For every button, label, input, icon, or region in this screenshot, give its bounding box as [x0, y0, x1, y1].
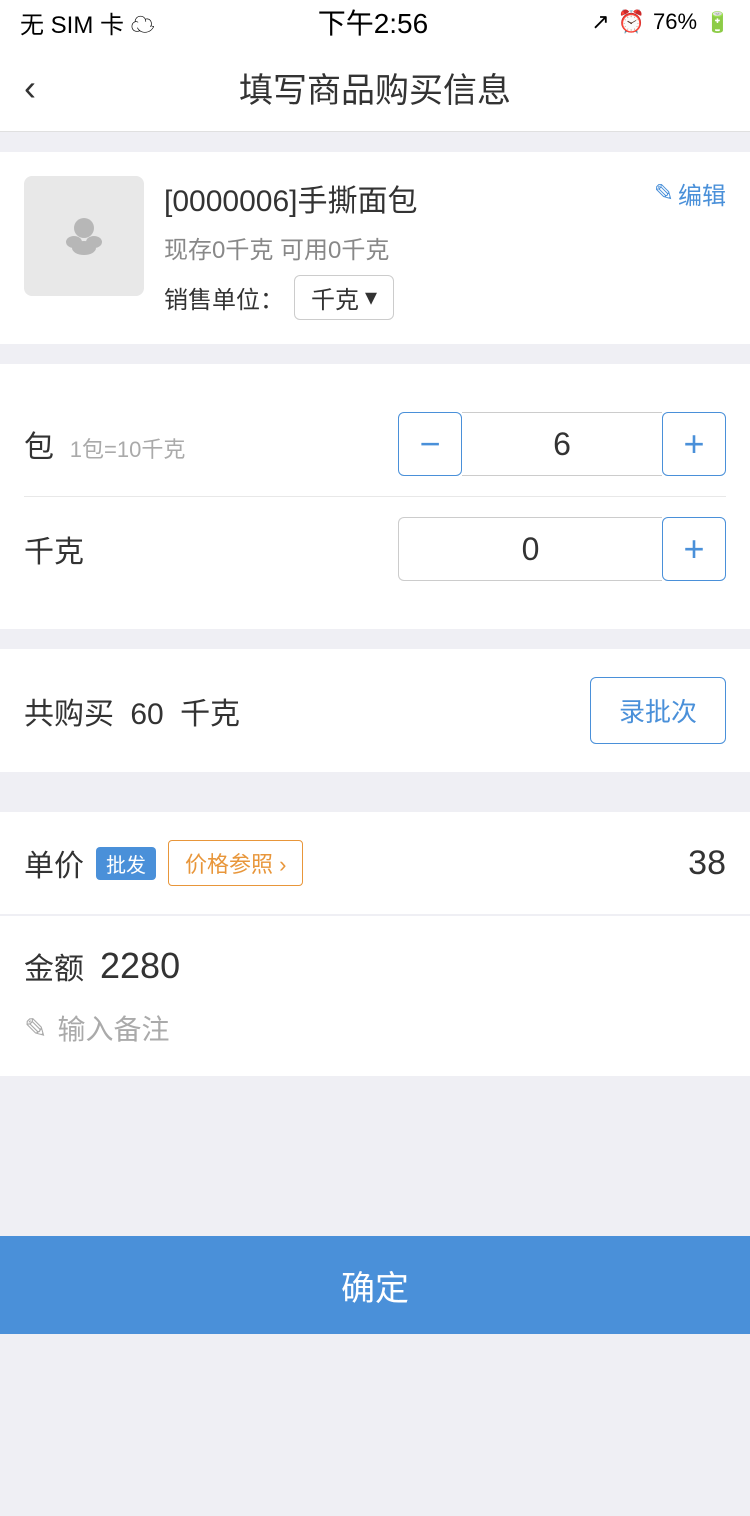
- kg-label-group: 千克: [24, 527, 84, 571]
- location-icon: ↗: [591, 9, 609, 35]
- pack-label-group: 包 1包=10千克: [24, 422, 185, 466]
- total-section: 共购买 60 千克 录批次: [0, 649, 750, 772]
- pack-label: 包: [24, 431, 54, 464]
- kg-input-row: 千克 +: [24, 497, 726, 601]
- pack-input-section: 包 1包=10千克 − + 千克 +: [0, 364, 750, 629]
- price-ref-button[interactable]: 价格参照 ›: [168, 840, 303, 886]
- page-title: 填写商品购买信息: [239, 63, 511, 112]
- pack-sublabel: 1包=10千克: [70, 437, 186, 462]
- kg-plus-button[interactable]: +: [662, 517, 726, 581]
- back-button[interactable]: ‹: [24, 67, 36, 109]
- pack-qty-input[interactable]: [462, 412, 662, 476]
- edit-button[interactable]: ✎ 编辑: [654, 176, 726, 211]
- pack-input-row: 包 1包=10千克 − +: [24, 392, 726, 497]
- pack-qty-control: − +: [398, 412, 726, 476]
- kg-label: 千克: [24, 536, 84, 569]
- alarm-icon: ⏰: [618, 9, 645, 35]
- amount-label: 金额: [24, 944, 84, 988]
- price-section: 单价 批发 价格参照 › 38: [0, 812, 750, 914]
- battery-status: 76%: [653, 9, 697, 35]
- nav-bar: ‹ 填写商品购买信息: [0, 44, 750, 132]
- amount-row: 金额 2280: [24, 944, 726, 988]
- product-image-icon: [54, 206, 114, 266]
- product-info-header: [0000006]手撕面包 ✎ 编辑: [164, 176, 726, 220]
- price-badge: 批发: [96, 847, 156, 880]
- section-divider-2: [0, 629, 750, 649]
- section-divider-1: [0, 344, 750, 364]
- price-value: 38: [688, 844, 726, 883]
- product-stock: 现存0千克 可用0千克: [164, 230, 726, 265]
- pack-plus-button[interactable]: +: [662, 412, 726, 476]
- status-bar-left: 无 SIM 卡 ☁: [20, 5, 155, 40]
- price-label: 单价: [24, 841, 84, 885]
- total-amount: 60: [130, 698, 163, 731]
- unit-select[interactable]: 千克 ▾: [294, 275, 394, 320]
- remark-row[interactable]: ✎ 输入备注: [24, 1008, 726, 1048]
- product-unit-row: 销售单位： 千克 ▾: [164, 275, 726, 320]
- amount-value: 2280: [100, 945, 180, 987]
- product-thumbnail: [24, 176, 144, 296]
- sim-status: 无 SIM 卡 ☁: [20, 5, 155, 40]
- pack-minus-button[interactable]: −: [398, 412, 462, 476]
- total-prefix: 共购买: [24, 698, 114, 731]
- status-bar-right: ↗ ⏰ 76% 🔋: [591, 9, 730, 35]
- product-name: [0000006]手撕面包: [164, 176, 417, 220]
- battery-icon: 🔋: [705, 10, 730, 35]
- kg-qty-control: +: [398, 517, 726, 581]
- edit-label: 编辑: [678, 176, 726, 211]
- price-label-group: 单价 批发 价格参照 ›: [24, 840, 303, 886]
- status-bar: 无 SIM 卡 ☁ 下午2:56 ↗ ⏰ 76% 🔋: [0, 0, 750, 44]
- remark-placeholder: 输入备注: [57, 1008, 169, 1048]
- batch-button[interactable]: 录批次: [590, 677, 726, 744]
- amount-section: 金额 2280 ✎ 输入备注: [0, 916, 750, 1076]
- total-text: 共购买 60 千克: [24, 689, 240, 733]
- status-bar-time: 下午2:56: [318, 2, 429, 42]
- unit-value: 千克: [311, 280, 359, 315]
- product-info: [0000006]手撕面包 ✎ 编辑 现存0千克 可用0千克 销售单位： 千克 …: [164, 176, 726, 320]
- product-card: [0000006]手撕面包 ✎ 编辑 现存0千克 可用0千克 销售单位： 千克 …: [0, 152, 750, 344]
- total-unit: 千克: [180, 698, 240, 731]
- unit-label: 销售单位：: [164, 280, 284, 315]
- confirm-button[interactable]: 确定: [0, 1236, 750, 1334]
- bottom-spacer: [0, 1396, 750, 1516]
- remark-icon: ✎: [24, 1012, 47, 1045]
- price-row: 单价 批发 价格参照 › 38: [24, 840, 726, 886]
- section-divider-3: [0, 772, 750, 792]
- edit-icon: ✎: [654, 179, 674, 208]
- kg-qty-input[interactable]: [398, 517, 662, 581]
- dropdown-arrow-icon: ▾: [365, 283, 377, 312]
